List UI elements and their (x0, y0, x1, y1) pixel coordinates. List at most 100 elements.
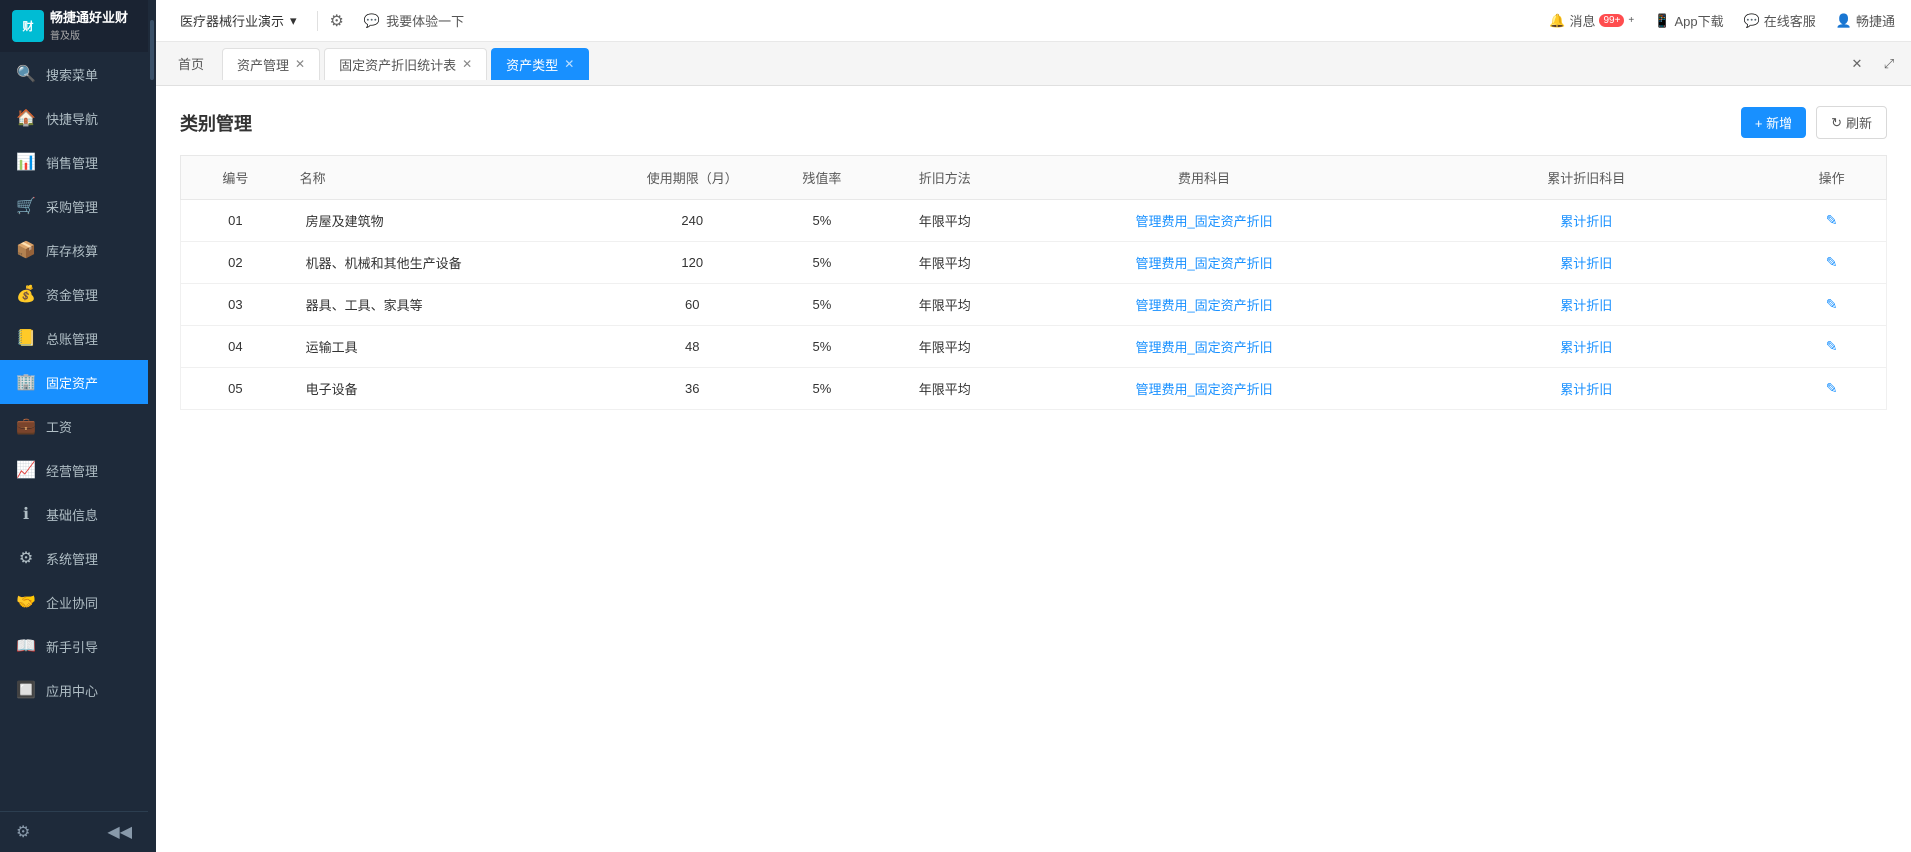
maximize-tab-action[interactable]: ⤢ (1875, 50, 1903, 78)
cell-method-0: 年限平均 (877, 200, 1013, 242)
cell-accumulate-1: 累计折旧 (1395, 242, 1777, 284)
sidebar-label-app-center: 应用中心 (46, 681, 98, 700)
header-actions: + 新增 ↻ 刷新 (1741, 106, 1887, 139)
topbar-settings-icon[interactable]: ⚙ (330, 11, 344, 31)
refresh-icon: ↻ (1831, 115, 1842, 131)
customer-service-button[interactable]: 💬 在线客服 (1744, 11, 1816, 30)
operation-icon: 📈 (16, 460, 36, 480)
sidebar-item-enterprise[interactable]: 🤝 企业协同 (0, 580, 148, 624)
experience-button[interactable]: 💬 我要体验一下 (356, 7, 472, 34)
module-selector[interactable]: 医疗器械行业演示 ▾ (172, 7, 305, 34)
notification-icon: 🔔 (1549, 13, 1565, 29)
tab-asset-mgmt[interactable]: 资产管理 ✕ (222, 48, 320, 80)
tab-home-label: 首页 (178, 54, 204, 73)
sidebar-label-purchase: 采购管理 (46, 197, 98, 216)
enterprise-icon: 🤝 (16, 592, 36, 612)
cell-residual-0: 5% (767, 200, 876, 242)
cell-expense-2: 管理费用_固定资产折旧 (1013, 284, 1395, 326)
tab-depreciation-close[interactable]: ✕ (462, 57, 472, 71)
sidebar-item-inventory[interactable]: 📦 库存核算 (0, 228, 148, 272)
cell-period-3: 48 (617, 326, 767, 368)
badge-plus-sign: + (1628, 15, 1634, 26)
cell-op-3: ✎ (1777, 326, 1886, 368)
sidebar-item-search[interactable]: 🔍 搜索菜单 (0, 52, 148, 96)
sidebar-item-system[interactable]: ⚙ 系统管理 (0, 536, 148, 580)
sidebar-item-sales[interactable]: 📊 销售管理 (0, 140, 148, 184)
cell-code-1: 02 (181, 242, 290, 284)
edit-icon-1[interactable]: ✎ (1826, 254, 1838, 270)
sidebar-item-operation[interactable]: 📈 经营管理 (0, 448, 148, 492)
sidebar-item-fixed-asset[interactable]: 🏢 固定资产 (0, 360, 148, 404)
topbar-right: 🔔 消息 99+ + 📱 App下载 💬 在线客服 👤 畅捷通 (1549, 11, 1895, 30)
user-label: 畅捷通 (1856, 11, 1895, 30)
cell-residual-1: 5% (767, 242, 876, 284)
page-content: 类别管理 + 新增 ↻ 刷新 编号 名称 使用期限（月） 残值率 折旧方法 费用… (156, 86, 1911, 852)
new-button[interactable]: + 新增 (1741, 107, 1806, 138)
cell-name-2: 器具、工具、家具等 (290, 284, 618, 326)
cell-accumulate-4: 累计折旧 (1395, 368, 1777, 410)
system-icon: ⚙ (16, 548, 36, 568)
sidebar-label-operation: 经营管理 (46, 461, 98, 480)
cell-expense-3: 管理费用_固定资产折旧 (1013, 326, 1395, 368)
cell-expense-4: 管理费用_固定资产折旧 (1013, 368, 1395, 410)
cell-accumulate-2: 累计折旧 (1395, 284, 1777, 326)
col-header-expense: 费用科目 (1013, 156, 1395, 200)
user-menu[interactable]: 👤 畅捷通 (1836, 11, 1895, 30)
notifications-button[interactable]: 🔔 消息 99+ + (1549, 11, 1634, 30)
app-download-button[interactable]: 📱 App下载 (1654, 11, 1723, 30)
tab-fixed-asset-depreciation[interactable]: 固定资产折旧统计表 ✕ (324, 48, 487, 80)
sidebar-nav: 🔍 搜索菜单 🏠 快捷导航 📊 销售管理 🛒 采购管理 📦 库存核算 💰 资金管… (0, 52, 148, 811)
sidebar-item-basic-info[interactable]: ℹ 基础信息 (0, 492, 148, 536)
col-header-accumulate: 累计折旧科目 (1395, 156, 1777, 200)
edit-icon-0[interactable]: ✎ (1826, 212, 1838, 228)
cell-code-4: 05 (181, 368, 290, 410)
sidebar-item-guide[interactable]: 📖 新手引导 (0, 624, 148, 668)
user-avatar-icon: 👤 (1836, 13, 1852, 29)
collapse-icon[interactable]: ◀◀ (107, 822, 132, 842)
cell-expense-0: 管理费用_固定资产折旧 (1013, 200, 1395, 242)
edit-icon-4[interactable]: ✎ (1826, 380, 1838, 396)
close-tab-action[interactable]: ✕ (1843, 50, 1871, 78)
main-area: 医疗器械行业演示 ▾ ⚙ 💬 我要体验一下 🔔 消息 99+ + 📱 App下载… (156, 0, 1911, 852)
tab-depreciation-label: 固定资产折旧统计表 (339, 55, 456, 74)
sidebar-label-basic-info: 基础信息 (46, 505, 98, 524)
page-title: 类别管理 (180, 110, 252, 136)
col-header-code: 编号 (181, 156, 290, 200)
sidebar-item-ledger[interactable]: 📒 总账管理 (0, 316, 148, 360)
app-download-label: App下载 (1674, 11, 1723, 30)
sidebar-label-quick-nav: 快捷导航 (46, 109, 98, 128)
col-header-method: 折旧方法 (877, 156, 1013, 200)
col-header-residual: 残值率 (767, 156, 876, 200)
cell-code-3: 04 (181, 326, 290, 368)
table-body: 01 房屋及建筑物 240 5% 年限平均 管理费用_固定资产折旧 累计折旧 ✎… (181, 200, 1887, 410)
settings-footer-icon[interactable]: ⚙ (16, 822, 30, 842)
category-table: 编号 名称 使用期限（月） 残值率 折旧方法 费用科目 累计折旧科目 操作 01… (180, 155, 1887, 410)
sidebar-label-ledger: 总账管理 (46, 329, 98, 348)
cell-op-1: ✎ (1777, 242, 1886, 284)
sidebar-item-app-center[interactable]: 🔲 应用中心 (0, 668, 148, 712)
table-row: 01 房屋及建筑物 240 5% 年限平均 管理费用_固定资产折旧 累计折旧 ✎ (181, 200, 1887, 242)
cell-method-3: 年限平均 (877, 326, 1013, 368)
sidebar-item-payroll[interactable]: 💼 工资 (0, 404, 148, 448)
tab-asset-mgmt-close[interactable]: ✕ (295, 57, 305, 71)
cell-name-1: 机器、机械和其他生产设备 (290, 242, 618, 284)
tab-home[interactable]: 首页 (164, 48, 218, 80)
basic-info-icon: ℹ (16, 504, 36, 524)
sidebar-item-capital[interactable]: 💰 资金管理 (0, 272, 148, 316)
tab-asset-type-close[interactable]: ✕ (564, 57, 574, 71)
edit-icon-2[interactable]: ✎ (1826, 296, 1838, 312)
cell-period-4: 36 (617, 368, 767, 410)
customer-service-icon: 💬 (1744, 13, 1760, 29)
cell-period-1: 120 (617, 242, 767, 284)
tab-asset-type[interactable]: 资产类型 ✕ (491, 48, 589, 80)
refresh-button[interactable]: ↻ 刷新 (1816, 106, 1887, 139)
module-dropdown-icon: ▾ (290, 13, 297, 29)
edit-icon-3[interactable]: ✎ (1826, 338, 1838, 354)
cell-period-0: 240 (617, 200, 767, 242)
page-header: 类别管理 + 新增 ↻ 刷新 (180, 106, 1887, 139)
sidebar-item-purchase[interactable]: 🛒 采购管理 (0, 184, 148, 228)
sidebar-footer: ⚙ ◀◀ (0, 811, 148, 852)
sidebar-item-quick-nav[interactable]: 🏠 快捷导航 (0, 96, 148, 140)
cell-op-0: ✎ (1777, 200, 1886, 242)
col-header-op: 操作 (1777, 156, 1886, 200)
